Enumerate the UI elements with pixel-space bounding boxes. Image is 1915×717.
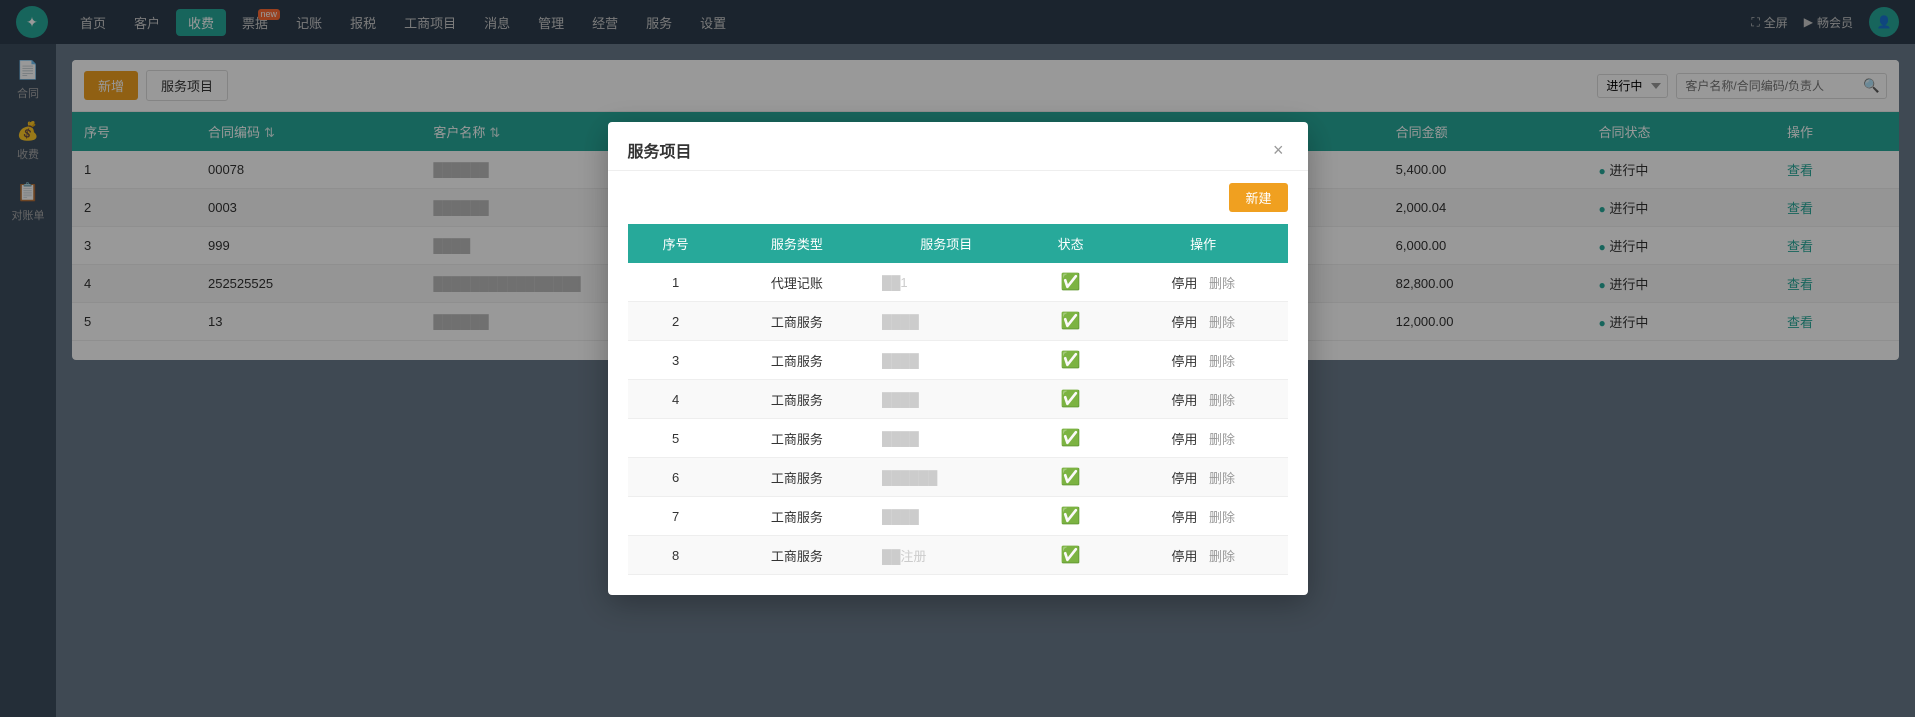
- s-cell-item: ████: [870, 419, 1023, 458]
- s-cell-status: ✅: [1023, 380, 1119, 419]
- sth-status: 状态: [1023, 224, 1119, 263]
- service-row: 2 工商服务 ████ ✅ 停用 删除: [628, 302, 1288, 341]
- modal-body: 序号 服务类型 服务项目 状态 操作 1 代理记账 ██1 ✅ 停用 删除 2 …: [608, 224, 1308, 595]
- modal-new-btn[interactable]: 新建: [1229, 183, 1287, 212]
- sth-type: 服务类型: [724, 224, 870, 263]
- service-table: 序号 服务类型 服务项目 状态 操作 1 代理记账 ██1 ✅ 停用 删除 2 …: [628, 224, 1288, 575]
- s-cell-action: 停用 删除: [1119, 341, 1288, 380]
- s-cell-status: ✅: [1023, 341, 1119, 380]
- del-btn[interactable]: 删除: [1209, 510, 1235, 525]
- service-row: 8 工商服务 ██注册 ✅ 停用 删除: [628, 536, 1288, 575]
- modal-overlay[interactable]: 服务项目 × 新建 序号 服务类型 服务项目 状态 操作 1: [0, 0, 1915, 717]
- s-cell-status: ✅: [1023, 458, 1119, 497]
- del-btn[interactable]: 删除: [1209, 393, 1235, 408]
- stop-btn[interactable]: 停用: [1171, 549, 1197, 564]
- s-cell-type: 工商服务: [724, 497, 870, 536]
- service-row: 1 代理记账 ██1 ✅ 停用 删除: [628, 263, 1288, 302]
- del-btn[interactable]: 删除: [1209, 276, 1235, 291]
- status-check-icon: ✅: [1061, 430, 1081, 447]
- s-cell-item: ██1: [870, 263, 1023, 302]
- service-modal: 服务项目 × 新建 序号 服务类型 服务项目 状态 操作 1: [608, 122, 1308, 595]
- s-cell-type: 工商服务: [724, 341, 870, 380]
- service-row: 6 工商服务 ██████ ✅ 停用 删除: [628, 458, 1288, 497]
- modal-toolbar: 新建: [608, 171, 1308, 224]
- s-cell-no: 1: [628, 263, 724, 302]
- s-cell-no: 6: [628, 458, 724, 497]
- s-cell-item: ██注册: [870, 536, 1023, 575]
- s-cell-type: 工商服务: [724, 458, 870, 497]
- stop-btn[interactable]: 停用: [1171, 471, 1197, 486]
- s-cell-action: 停用 删除: [1119, 497, 1288, 536]
- status-check-icon: ✅: [1061, 469, 1081, 486]
- del-btn[interactable]: 删除: [1209, 549, 1235, 564]
- s-cell-item: ████: [870, 302, 1023, 341]
- service-row: 5 工商服务 ████ ✅ 停用 删除: [628, 419, 1288, 458]
- stop-btn[interactable]: 停用: [1171, 276, 1197, 291]
- del-btn[interactable]: 删除: [1209, 315, 1235, 330]
- del-btn[interactable]: 删除: [1209, 432, 1235, 447]
- del-btn[interactable]: 删除: [1209, 471, 1235, 486]
- modal-header: 服务项目 ×: [608, 122, 1308, 171]
- modal-title: 服务项目: [628, 138, 692, 162]
- del-btn[interactable]: 删除: [1209, 354, 1235, 369]
- s-cell-action: 停用 删除: [1119, 419, 1288, 458]
- s-cell-type: 工商服务: [724, 419, 870, 458]
- s-cell-type: 工商服务: [724, 536, 870, 575]
- s-cell-action: 停用 删除: [1119, 380, 1288, 419]
- s-cell-no: 4: [628, 380, 724, 419]
- s-cell-item: ████: [870, 497, 1023, 536]
- s-cell-item: ████: [870, 341, 1023, 380]
- sth-item: 服务项目: [870, 224, 1023, 263]
- stop-btn[interactable]: 停用: [1171, 315, 1197, 330]
- status-check-icon: ✅: [1061, 508, 1081, 525]
- modal-close-btn[interactable]: ×: [1269, 140, 1288, 161]
- s-cell-type: 工商服务: [724, 302, 870, 341]
- status-check-icon: ✅: [1061, 274, 1081, 291]
- s-cell-type: 代理记账: [724, 263, 870, 302]
- sth-no: 序号: [628, 224, 724, 263]
- status-check-icon: ✅: [1061, 313, 1081, 330]
- status-check-icon: ✅: [1061, 391, 1081, 408]
- stop-btn[interactable]: 停用: [1171, 510, 1197, 525]
- s-cell-item: ██████: [870, 458, 1023, 497]
- status-check-icon: ✅: [1061, 547, 1081, 564]
- s-cell-status: ✅: [1023, 419, 1119, 458]
- s-cell-no: 8: [628, 536, 724, 575]
- s-cell-no: 2: [628, 302, 724, 341]
- stop-btn[interactable]: 停用: [1171, 354, 1197, 369]
- s-cell-no: 3: [628, 341, 724, 380]
- s-cell-status: ✅: [1023, 536, 1119, 575]
- sth-action: 操作: [1119, 224, 1288, 263]
- s-cell-type: 工商服务: [724, 380, 870, 419]
- s-cell-action: 停用 删除: [1119, 263, 1288, 302]
- s-cell-status: ✅: [1023, 263, 1119, 302]
- stop-btn[interactable]: 停用: [1171, 393, 1197, 408]
- s-cell-action: 停用 删除: [1119, 302, 1288, 341]
- s-cell-status: ✅: [1023, 497, 1119, 536]
- s-cell-no: 7: [628, 497, 724, 536]
- s-cell-action: 停用 删除: [1119, 458, 1288, 497]
- service-header-row: 序号 服务类型 服务项目 状态 操作: [628, 224, 1288, 263]
- s-cell-item: ████: [870, 380, 1023, 419]
- service-row: 7 工商服务 ████ ✅ 停用 删除: [628, 497, 1288, 536]
- status-check-icon: ✅: [1061, 352, 1081, 369]
- service-row: 3 工商服务 ████ ✅ 停用 删除: [628, 341, 1288, 380]
- service-row: 4 工商服务 ████ ✅ 停用 删除: [628, 380, 1288, 419]
- stop-btn[interactable]: 停用: [1171, 432, 1197, 447]
- s-cell-no: 5: [628, 419, 724, 458]
- s-cell-status: ✅: [1023, 302, 1119, 341]
- s-cell-action: 停用 删除: [1119, 536, 1288, 575]
